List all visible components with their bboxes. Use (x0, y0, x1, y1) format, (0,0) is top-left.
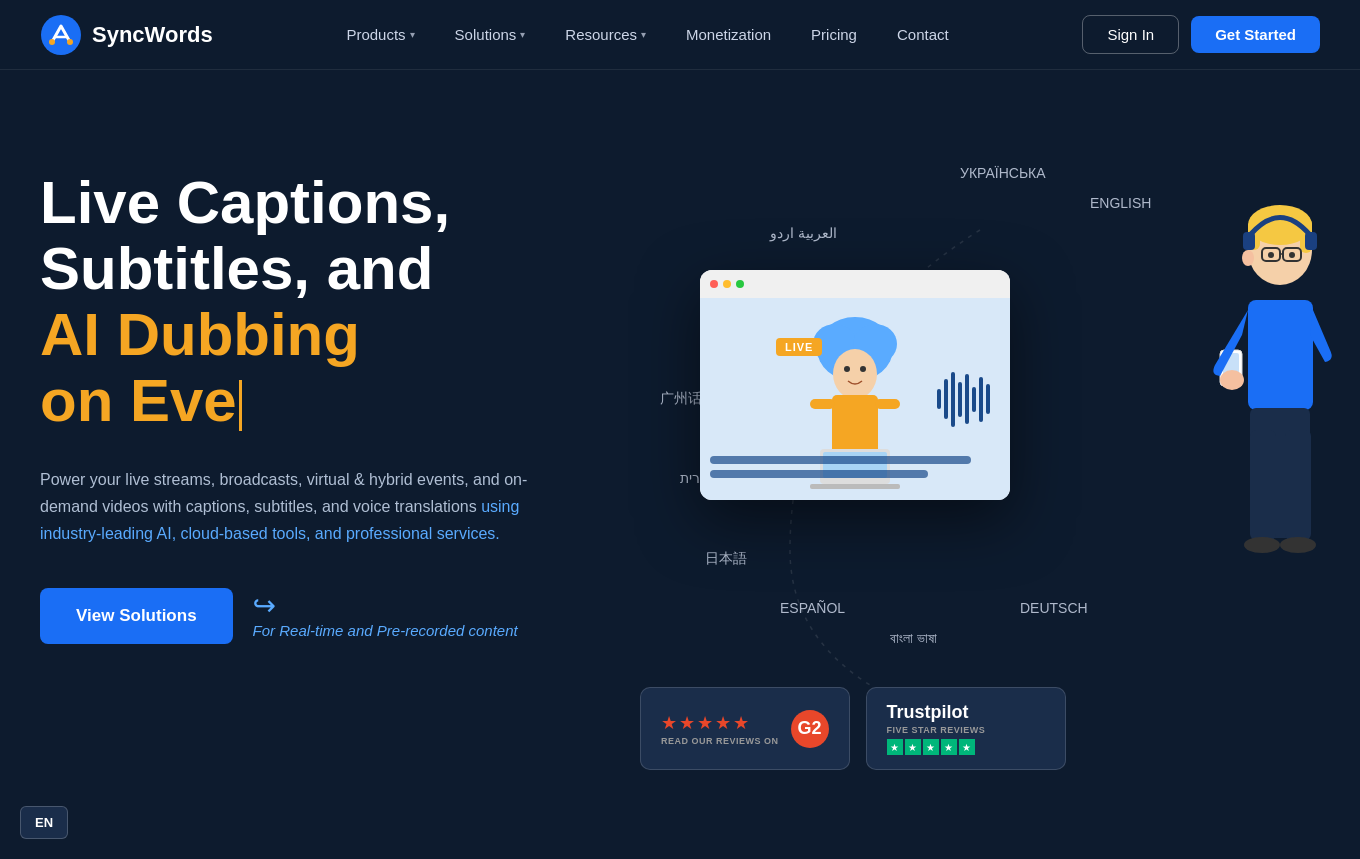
trustpilot-name: Trustpilot (887, 702, 986, 723)
bar (937, 389, 941, 409)
svg-point-2 (67, 39, 73, 45)
live-badge: LIVE (776, 338, 822, 356)
bar (958, 382, 962, 417)
video-body: LIVE (700, 298, 1010, 500)
nav-contact[interactable]: Contact (881, 18, 965, 51)
lang-deutsch: DEUTSCH (1020, 600, 1088, 616)
tp-star: ★ (941, 739, 957, 755)
trustpilot-stars: ★ ★ ★ ★ ★ (887, 739, 986, 755)
chevron-down-icon: ▾ (410, 29, 415, 40)
g2-read-label: READ OUR REVIEWS ON (661, 736, 779, 746)
lang-arabic: العربية اردو (770, 225, 837, 241)
svg-point-34 (1244, 537, 1280, 553)
svg-point-0 (41, 15, 81, 55)
tp-star: ★ (959, 739, 975, 755)
window-max-dot (736, 280, 744, 288)
bar (972, 387, 976, 412)
logo[interactable]: SyncWords (40, 14, 213, 56)
svg-rect-9 (832, 395, 878, 455)
video-mockup: LIVE (700, 270, 1010, 500)
nav-solutions[interactable]: Solutions ▾ (439, 18, 542, 51)
trustpilot-sub: FIVE STAR REVIEWS (887, 725, 986, 735)
nav-links: Products ▾ Solutions ▾ Resources ▾ Monet… (330, 18, 964, 51)
person-illustration (1170, 190, 1350, 690)
svg-rect-32 (1250, 430, 1276, 540)
lang-guangzhou: 广州话 (660, 390, 702, 408)
nav-products[interactable]: Products ▾ (330, 18, 430, 51)
svg-point-22 (1268, 252, 1274, 258)
svg-rect-10 (810, 399, 835, 409)
lang-bangla: বাংলা ভাষা (890, 630, 937, 647)
trustpilot-badge[interactable]: Trustpilot FIVE STAR REVIEWS ★ ★ ★ ★ ★ (866, 687, 1066, 770)
chevron-down-icon: ▾ (641, 29, 646, 40)
soundwave (937, 369, 990, 429)
svg-point-35 (1280, 537, 1316, 553)
view-solutions-button[interactable]: View Solutions (40, 588, 233, 644)
brand-name: SyncWords (92, 22, 213, 48)
hero-title: Live Captions, Subtitles, and AI Dubbing… (40, 170, 640, 434)
nav-monetization[interactable]: Monetization (670, 18, 787, 51)
cursor-blink (239, 380, 242, 431)
cta-note-text: For Real-time and Pre-recorded content (253, 622, 518, 639)
bar (965, 374, 969, 424)
svg-rect-25 (1243, 232, 1255, 250)
hero-description: Power your live streams, broadcasts, vir… (40, 466, 540, 548)
bar (979, 377, 983, 422)
tp-star: ★ (887, 739, 903, 755)
chevron-down-icon: ▾ (520, 29, 525, 40)
svg-rect-29 (1248, 300, 1313, 410)
svg-point-23 (1289, 252, 1295, 258)
navbar: SyncWords Products ▾ Solutions ▾ Resourc… (0, 0, 1360, 70)
svg-point-8 (860, 366, 866, 372)
hero-section: Live Captions, Subtitles, and AI Dubbing… (0, 70, 1360, 859)
signin-button[interactable]: Sign In (1082, 15, 1179, 54)
lang-english: ENGLISH (1090, 195, 1151, 211)
svg-point-30 (1220, 370, 1244, 390)
g2-stars: ★★★★★ (661, 712, 779, 734)
svg-rect-11 (875, 399, 900, 409)
bar (944, 379, 948, 419)
tp-star: ★ (923, 739, 939, 755)
hero-right: УКРАЇНСЬКА ENGLISH العربية اردو FRANÇAIS… (640, 150, 1320, 800)
svg-point-1 (49, 39, 55, 45)
window-min-dot (723, 280, 731, 288)
hero-cta-row: View Solutions ↩ For Real-time and Pre-r… (40, 588, 640, 644)
svg-point-24 (1242, 250, 1254, 266)
lang-espanol: ESPAÑOL (780, 600, 845, 616)
svg-rect-26 (1305, 232, 1317, 250)
subtitle-line (710, 470, 928, 478)
g2-badge[interactable]: ★★★★★ READ OUR REVIEWS ON G2 (640, 687, 850, 770)
hero-left: Live Captions, Subtitles, and AI Dubbing… (40, 150, 640, 644)
g2-text: ★★★★★ READ OUR REVIEWS ON (661, 712, 779, 746)
getstarted-button[interactable]: Get Started (1191, 16, 1320, 53)
cta-note-area: ↩ For Real-time and Pre-recorded content (253, 592, 518, 639)
video-header (700, 270, 1010, 298)
lang-japanese: 日本語 (705, 550, 747, 568)
review-badges: ★★★★★ READ OUR REVIEWS ON G2 Trustpilot … (640, 687, 1066, 770)
subtitle-line (710, 456, 971, 464)
lang-ukrainian: УКРАЇНСЬКА (960, 165, 1046, 181)
svg-point-7 (844, 366, 850, 372)
g2-logo: G2 (791, 710, 829, 748)
arrow-icon: ↩ (253, 592, 276, 620)
nav-actions: Sign In Get Started (1082, 15, 1320, 54)
svg-rect-14 (810, 484, 900, 489)
language-selector[interactable]: EN (20, 806, 68, 839)
trustpilot-logo: Trustpilot FIVE STAR REVIEWS ★ ★ ★ ★ ★ (887, 702, 986, 755)
nav-pricing[interactable]: Pricing (795, 18, 873, 51)
bar (951, 372, 955, 427)
nav-resources[interactable]: Resources ▾ (549, 18, 662, 51)
svg-rect-33 (1285, 430, 1311, 540)
bar (986, 384, 990, 414)
subtitle-area (710, 456, 1000, 484)
window-close-dot (710, 280, 718, 288)
tp-star: ★ (905, 739, 921, 755)
svg-point-6 (833, 349, 877, 399)
